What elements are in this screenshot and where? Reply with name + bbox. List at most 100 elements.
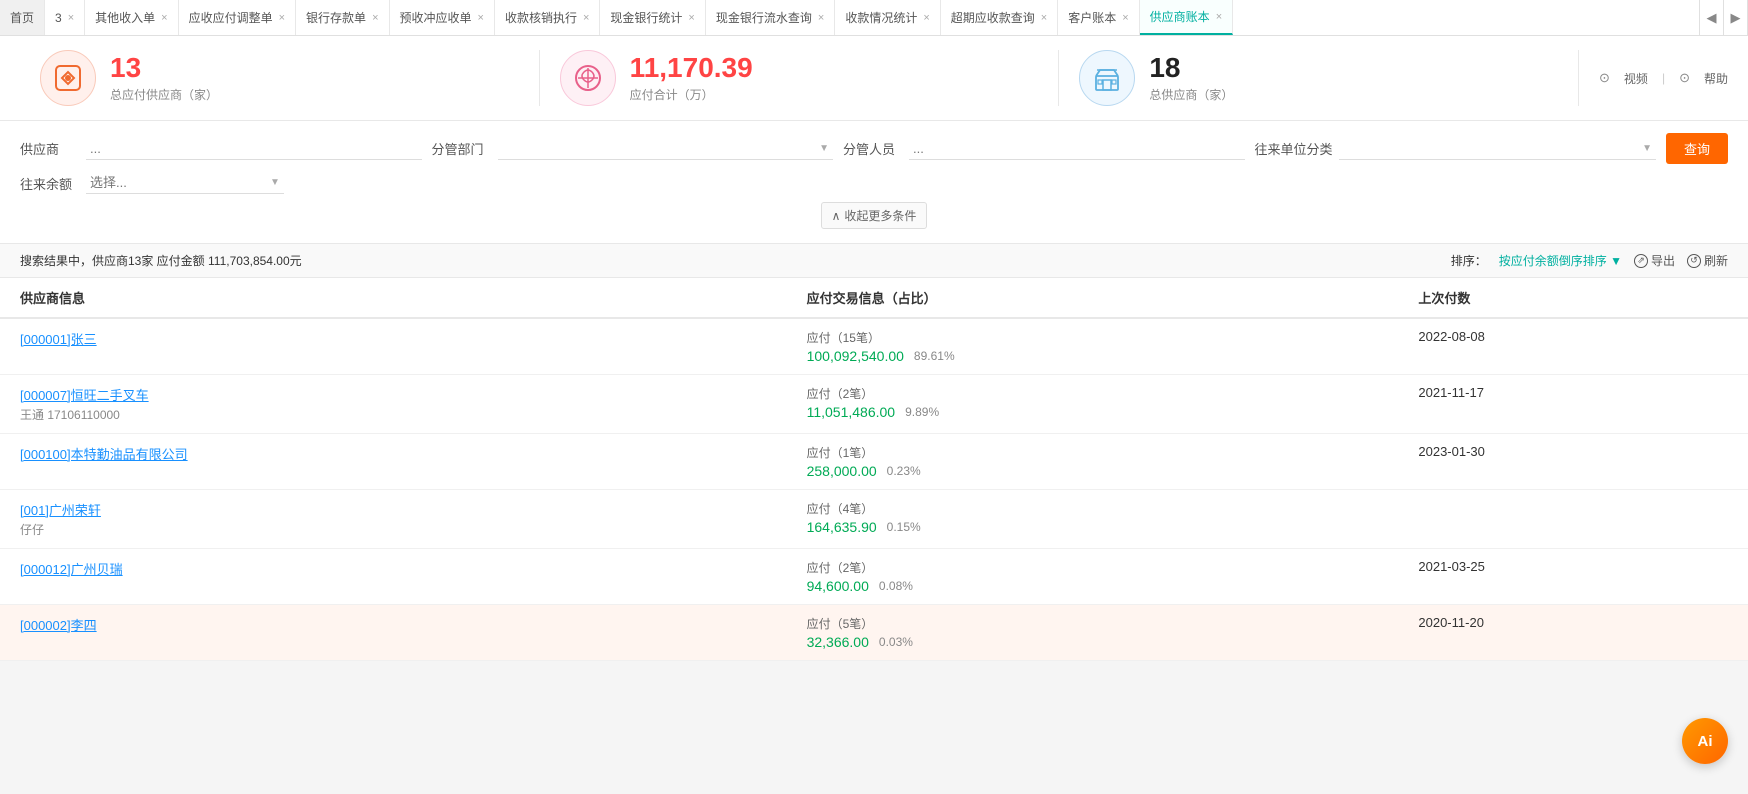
txn-pct: 0.08% <box>879 579 913 593</box>
nav-tab-bank-deposit-label: 银行存款单 <box>306 9 366 26</box>
txn-info-cell: 应付（1笔）258,000.000.23% <box>787 434 1399 490</box>
supplier-sub-info: 王通 17106110000 <box>20 406 767 423</box>
manager-filter-label: 分管人员 <box>843 139 903 158</box>
filter-manager: 分管人员 <box>843 138 1245 160</box>
nav-tab-supplier-account[interactable]: 供应商账本 × <box>1140 0 1233 35</box>
collapse-button[interactable]: ∧ 收起更多条件 <box>821 202 928 229</box>
txn-amount[interactable]: 258,000.00 <box>807 463 877 479</box>
ai-assistant-button[interactable]: Ai <box>1682 718 1728 764</box>
nav-tab-overdue-ap-label: 超期应收款查询 <box>951 9 1035 26</box>
supplier-info-cell: [000001]张三 <box>0 318 787 375</box>
category-filter-label: 往来单位分类 <box>1255 139 1333 158</box>
supplier-link[interactable]: [000002]李四 <box>20 618 97 633</box>
txn-count: 应付（1笔） <box>807 444 1379 461</box>
txn-info-cell: 应付（4笔）164,635.900.15% <box>787 490 1399 549</box>
th-last-pay: 上次付数 <box>1398 278 1748 318</box>
nav-left-arrow[interactable]: ◀ <box>1700 0 1724 36</box>
filter-bar: 供应商 分管部门 ▼ 分管人员 往来单位分类 ▼ 查询 往来余额 <box>0 121 1748 244</box>
nav-tab-collect-verify[interactable]: 收款核销执行 × <box>495 0 600 35</box>
nav-tab-cash-bank-stat-close[interactable]: × <box>688 12 694 24</box>
nav-tab-customer-account-close[interactable]: × <box>1122 12 1128 24</box>
last-pay-cell: 2021-11-17 <box>1398 375 1748 434</box>
table-row: [000012]广州贝瑞应付（2笔）94,600.000.08%2021-03-… <box>0 549 1748 605</box>
supplier-info-cell: [001]广州荣轩仔仔 <box>0 490 787 549</box>
nav-tab-collect-stat-close[interactable]: × <box>923 12 929 24</box>
balance-filter-select[interactable]: ▼ <box>86 172 284 194</box>
txn-info-cell: 应付（5笔）32,366.000.03% <box>787 605 1399 661</box>
table-row: [000001]张三应付（15笔）100,092,540.0089.61%202… <box>0 318 1748 375</box>
txn-count: 应付（4笔） <box>807 500 1379 517</box>
category-filter-input[interactable] <box>1343 141 1639 156</box>
supplier-sub-info: 仔仔 <box>20 521 767 538</box>
top-navigation: 首页 3 × 其他收入单 × 应收应付调整单 × 银行存款单 × 预收冲应收单 … <box>0 0 1748 36</box>
export-button[interactable]: ⇗ 导出 <box>1634 252 1675 269</box>
ai-label: Ai <box>1698 733 1713 750</box>
refresh-label: 刷新 <box>1704 252 1728 269</box>
nav-tab-cash-bank-flow[interactable]: 现金银行流水查询 × <box>706 0 835 35</box>
dept-filter-input[interactable] <box>502 141 816 156</box>
category-filter-select[interactable]: ▼ <box>1339 138 1656 160</box>
txn-info-cell: 应付（2笔）94,600.000.08% <box>787 549 1399 605</box>
manager-filter-input[interactable] <box>909 138 1245 160</box>
nav-tab-bank-deposit-close[interactable]: × <box>372 12 378 24</box>
sort-value[interactable]: 按应付余额倒序排序 ▼ <box>1499 252 1622 269</box>
nav-right-arrow[interactable]: ▶ <box>1724 0 1748 36</box>
txn-amount[interactable]: 164,635.90 <box>807 519 877 535</box>
video-link[interactable]: 视频 <box>1624 70 1648 87</box>
nav-tab-ap-adjust-close[interactable]: × <box>279 12 285 24</box>
nav-tab-collect-verify-close[interactable]: × <box>583 12 589 24</box>
collapse-up-icon: ∧ <box>832 209 841 223</box>
help-link[interactable]: 帮助 <box>1704 70 1728 87</box>
ap-suppliers-number: 13 <box>110 54 218 82</box>
nav-tab-prepay-collect[interactable]: 预收冲应收单 × <box>390 0 495 35</box>
dept-filter-select[interactable]: ▼ <box>498 138 834 160</box>
last-pay-cell: 2020-11-20 <box>1398 605 1748 661</box>
nav-tab-home[interactable]: 首页 <box>0 0 45 35</box>
table-wrapper: 供应商信息 应付交易信息（占比） 上次付数 [000001]张三应付（15笔）1… <box>0 278 1748 661</box>
nav-tab-collect-stat[interactable]: 收款情况统计 × <box>835 0 940 35</box>
nav-tab-overdue-ap[interactable]: 超期应收款查询 × <box>941 0 1058 35</box>
refresh-button[interactable]: ↺ 刷新 <box>1687 252 1728 269</box>
supplier-link[interactable]: [000012]广州贝瑞 <box>20 562 123 577</box>
nav-tab-customer-account[interactable]: 客户账本 × <box>1058 0 1139 35</box>
supplier-filter-input[interactable] <box>86 138 422 160</box>
nav-tab-prepay-collect-close[interactable]: × <box>478 12 484 24</box>
txn-amount[interactable]: 32,366.00 <box>807 634 869 650</box>
txn-amount-row: 94,600.00 0.08% <box>807 578 1379 594</box>
nav-tab-bank-deposit[interactable]: 银行存款单 × <box>296 0 389 35</box>
balance-filter-input[interactable] <box>90 175 266 190</box>
txn-amount[interactable]: 94,600.00 <box>807 578 869 594</box>
ap-total-label: 应付合计（万） <box>630 86 753 103</box>
refresh-icon: ↺ <box>1687 254 1701 268</box>
summary-card-ap-total: 11,170.39 应付合计（万） <box>540 50 1060 106</box>
search-button[interactable]: 查询 <box>1666 133 1728 164</box>
nav-tab-overdue-ap-close[interactable]: × <box>1041 12 1047 24</box>
supplier-link[interactable]: [000007]恒旺二手叉车 <box>20 388 149 403</box>
nav-tab-customer-account-label: 客户账本 <box>1068 9 1116 26</box>
ap-suppliers-label: 总应付供应商（家） <box>110 86 218 103</box>
txn-amount[interactable]: 11,051,486.00 <box>807 404 896 420</box>
supplier-link[interactable]: [000100]本特勤油品有限公司 <box>20 447 188 462</box>
nav-tab-cash-bank-stat[interactable]: 现金银行统计 × <box>600 0 705 35</box>
nav-tab-other-income-close[interactable]: × <box>161 12 167 24</box>
total-suppliers-text: 18 总供应商（家） <box>1149 54 1233 103</box>
supplier-link[interactable]: [001]广州荣轩 <box>20 503 101 518</box>
ap-suppliers-icon <box>40 50 96 106</box>
nav-tab-3-close[interactable]: × <box>68 12 74 24</box>
nav-tab-supplier-account-close[interactable]: × <box>1216 11 1222 23</box>
txn-count: 应付（15笔） <box>807 329 1379 346</box>
nav-tab-other-income[interactable]: 其他收入单 × <box>85 0 178 35</box>
balance-dropdown-arrow: ▼ <box>270 177 280 188</box>
nav-tab-ap-adjust[interactable]: 应收应付调整单 × <box>179 0 296 35</box>
supplier-info-cell: [000100]本特勤油品有限公司 <box>0 434 787 490</box>
supplier-info-cell: [000007]恒旺二手叉车王通 17106110000 <box>0 375 787 434</box>
nav-tab-3[interactable]: 3 × <box>45 0 85 35</box>
txn-count: 应付（2笔） <box>807 385 1379 402</box>
supplier-filter-label: 供应商 <box>20 139 80 158</box>
nav-tab-cash-bank-flow-close[interactable]: × <box>818 12 824 24</box>
supplier-link[interactable]: [000001]张三 <box>20 332 97 347</box>
total-suppliers-label: 总供应商（家） <box>1149 86 1233 103</box>
txn-count: 应付（5笔） <box>807 615 1379 632</box>
dept-filter-label: 分管部门 <box>432 139 492 158</box>
txn-amount[interactable]: 100,092,540.00 <box>807 348 904 364</box>
